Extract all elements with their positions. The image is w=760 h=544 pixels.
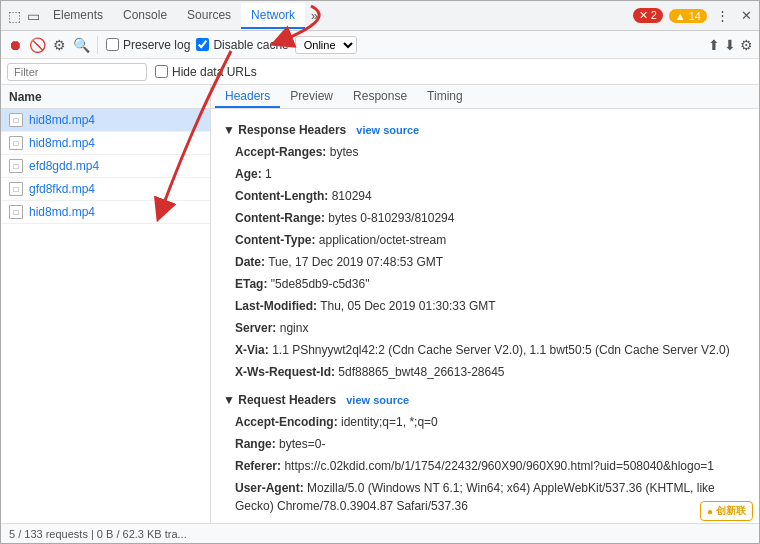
- disable-cache-label[interactable]: Disable cache: [196, 38, 288, 52]
- throttle-select[interactable]: Online: [295, 36, 357, 54]
- tab-network[interactable]: Network: [241, 3, 305, 29]
- file-icon-0: □: [9, 113, 23, 127]
- error-badge: ✕ 2: [633, 8, 663, 23]
- filter-input[interactable]: [7, 63, 147, 81]
- disable-cache-checkbox[interactable]: [196, 38, 209, 51]
- file-icon-4: □: [9, 205, 23, 219]
- toolbar-right: ⬆ ⬇ ⚙: [708, 37, 753, 53]
- main-area: Name □ hid8md.mp4 □ hid8md.mp4 □ efd8gdd…: [1, 85, 759, 523]
- file-item-3[interactable]: □ gfd8fkd.mp4: [1, 178, 210, 201]
- file-list-panel: Name □ hid8md.mp4 □ hid8md.mp4 □ efd8gdd…: [1, 85, 211, 523]
- filter-bar: Hide data URLs: [1, 59, 759, 85]
- detail-panel: Headers Preview Response Timing ▼ Respon…: [211, 85, 759, 523]
- reqh-accept-encoding: Accept-Encoding: identity;q=1, *;q=0: [223, 411, 747, 433]
- file-icon-3: □: [9, 182, 23, 196]
- request-headers-triangle: ▼ Request Headers: [223, 393, 336, 407]
- network-toolbar: ⏺ 🚫 ⚙ 🔍 Preserve log Disable cache Onlin…: [1, 31, 759, 59]
- tab-sources[interactable]: Sources: [177, 3, 241, 29]
- tab-console[interactable]: Console: [113, 3, 177, 29]
- hide-data-urls-checkbox[interactable]: [155, 65, 168, 78]
- request-headers-title: ▼ Request Headers view source: [223, 393, 747, 407]
- device-icon[interactable]: ▭: [24, 5, 43, 27]
- rh-x-via: X-Via: 1.1 PShnyywt2ql42:2 (Cdn Cache Se…: [223, 339, 747, 361]
- file-item-1[interactable]: □ hid8md.mp4: [1, 132, 210, 155]
- tab-bar: ⬚ ▭ Elements Console Sources Network » ✕…: [1, 1, 759, 31]
- tab-overflow[interactable]: »: [305, 4, 324, 28]
- rh-x-ws-request-id: X-Ws-Request-Id: 5df88865_bwt48_26613-28…: [223, 361, 747, 383]
- rh-age: Age: 1: [223, 163, 747, 185]
- separator-1: [97, 36, 98, 54]
- status-text: 5 / 133 requests | 0 B / 62.3 KB tra...: [9, 528, 187, 540]
- clear-button[interactable]: 🚫: [29, 37, 45, 53]
- tab-elements[interactable]: Elements: [43, 3, 113, 29]
- detail-tab-response[interactable]: Response: [343, 86, 417, 108]
- menu-icon[interactable]: ⋮: [713, 5, 732, 26]
- filter-options: Hide data URLs: [155, 65, 257, 79]
- rh-last-modified: Last-Modified: Thu, 05 Dec 2019 01:30:33…: [223, 295, 747, 317]
- watermark: ● 创新联: [700, 501, 753, 521]
- rh-content-length: Content-Length: 810294: [223, 185, 747, 207]
- hide-data-urls-label[interactable]: Hide data URLs: [155, 65, 257, 79]
- detail-tab-headers[interactable]: Headers: [215, 86, 280, 108]
- preserve-log-label[interactable]: Preserve log: [106, 38, 190, 52]
- warn-badge: ▲ 14: [669, 9, 707, 23]
- file-icon-1: □: [9, 136, 23, 150]
- close-icon[interactable]: ✕: [738, 5, 755, 26]
- record-button[interactable]: ⏺: [7, 37, 23, 53]
- rh-server: Server: nginx: [223, 317, 747, 339]
- reqh-referer: Referer: https://c.02kdid.com/b/1/1754/2…: [223, 455, 747, 477]
- filter-icon-btn[interactable]: ⚙: [51, 37, 67, 53]
- response-headers-triangle: ▼ Response Headers: [223, 123, 346, 137]
- detail-tab-timing[interactable]: Timing: [417, 86, 473, 108]
- search-button[interactable]: 🔍: [73, 37, 89, 53]
- rh-content-range: Content-Range: bytes 0-810293/810294: [223, 207, 747, 229]
- response-headers-title: ▼ Response Headers view source: [223, 123, 747, 137]
- status-bar: 5 / 133 requests | 0 B / 62.3 KB tra...: [1, 523, 759, 543]
- watermark-text: 创新联: [716, 504, 746, 518]
- file-list: □ hid8md.mp4 □ hid8md.mp4 □ efd8gdd.mp4 …: [1, 109, 210, 523]
- file-item-2[interactable]: □ efd8gdd.mp4: [1, 155, 210, 178]
- import-icon[interactable]: ⬆: [708, 37, 720, 53]
- view-source-response[interactable]: view source: [356, 124, 419, 136]
- rh-etag: ETag: "5de85db9-c5d36": [223, 273, 747, 295]
- detail-tab-bar: Headers Preview Response Timing: [211, 85, 759, 109]
- view-source-request[interactable]: view source: [346, 394, 409, 406]
- detail-content: ▼ Response Headers view source Accept-Ra…: [211, 109, 759, 523]
- reqh-user-agent: User-Agent: Mozilla/5.0 (Windows NT 6.1;…: [223, 477, 747, 517]
- export-icon[interactable]: ⬇: [724, 37, 736, 53]
- watermark-icon: ●: [707, 506, 713, 517]
- file-item-0[interactable]: □ hid8md.mp4: [1, 109, 210, 132]
- inspect-icon[interactable]: ⬚: [5, 5, 24, 27]
- rh-accept-ranges: Accept-Ranges: bytes: [223, 141, 747, 163]
- detail-tab-preview[interactable]: Preview: [280, 86, 343, 108]
- preserve-log-checkbox[interactable]: [106, 38, 119, 51]
- file-list-header: Name: [1, 85, 210, 109]
- file-icon-2: □: [9, 159, 23, 173]
- file-item-4[interactable]: □ hid8md.mp4: [1, 201, 210, 224]
- rh-content-type: Content-Type: application/octet-stream: [223, 229, 747, 251]
- settings-icon[interactable]: ⚙: [740, 37, 753, 53]
- reqh-range: Range: bytes=0-: [223, 433, 747, 455]
- rh-date: Date: Tue, 17 Dec 2019 07:48:53 GMT: [223, 251, 747, 273]
